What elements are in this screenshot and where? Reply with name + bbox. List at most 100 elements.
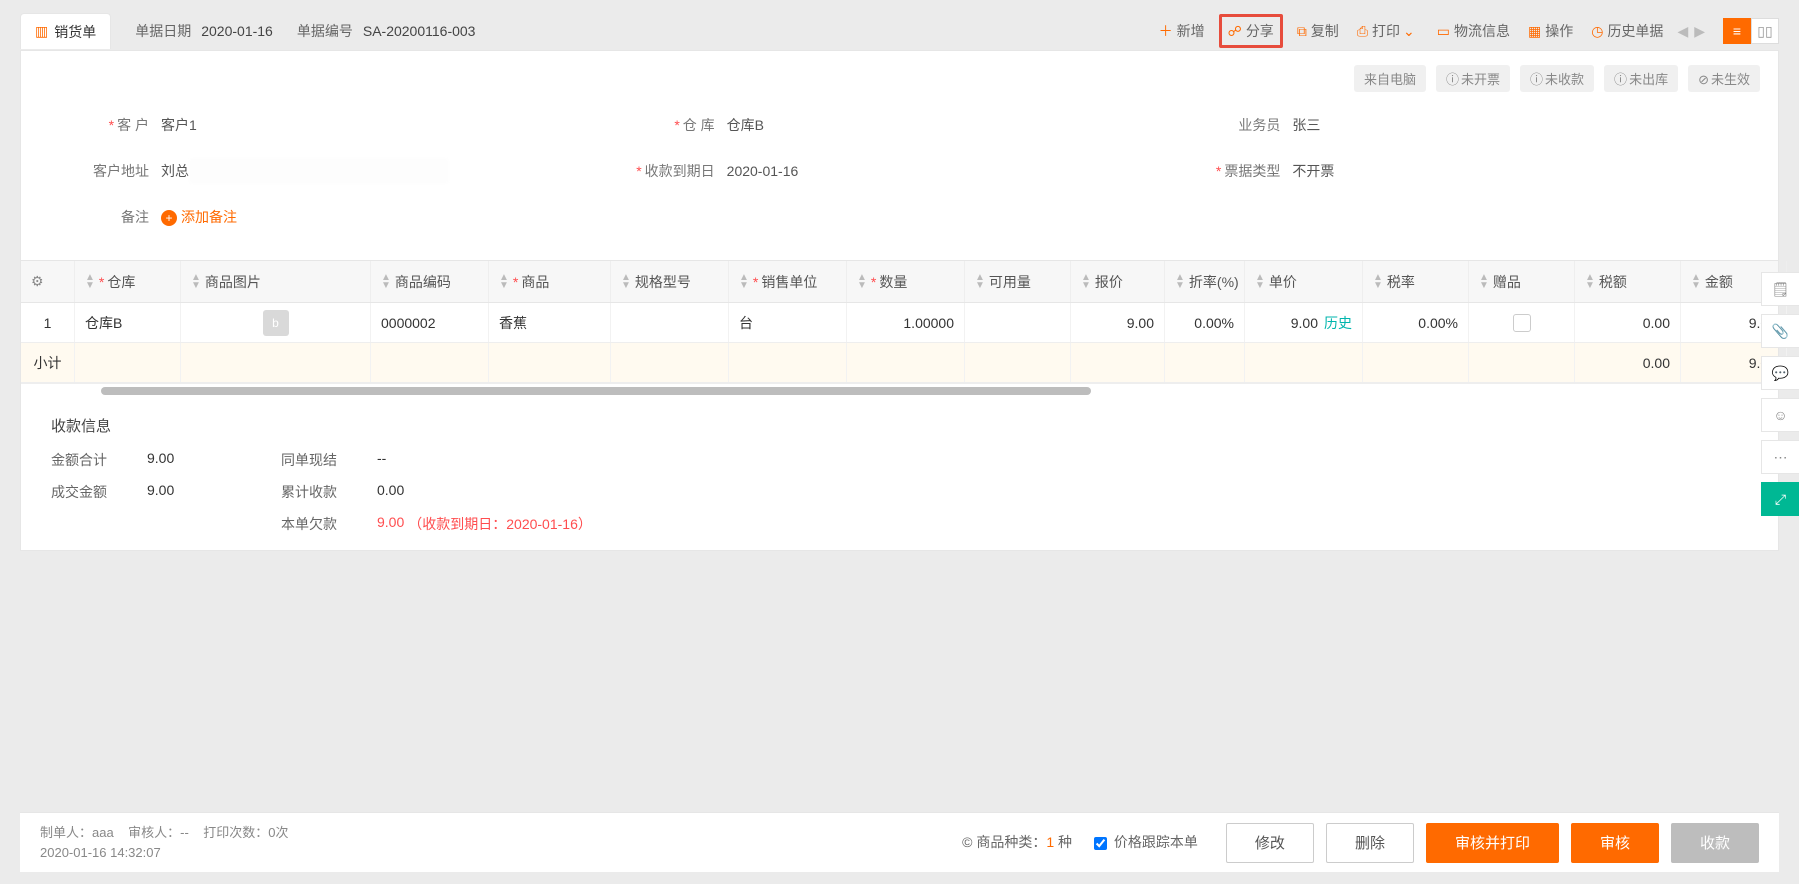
tag-unpaid: ⓘ未收款 — [1520, 65, 1594, 92]
plus-icon: ＋ — [1159, 21, 1173, 41]
invoice-value[interactable]: 不开票 — [1292, 161, 1334, 181]
rail-user[interactable]: ☺ — [1761, 398, 1799, 432]
rail-note[interactable]: 🗒 — [1761, 272, 1799, 306]
tag-unout: ⓘ未出库 — [1604, 65, 1678, 92]
operate-button[interactable]: ▦操作 — [1524, 19, 1577, 43]
cell-spec[interactable] — [611, 303, 729, 342]
th-tax[interactable]: ▲▼税率 — [1363, 261, 1469, 302]
history-link[interactable]: 历史 — [1324, 313, 1352, 333]
subtotal-row: 小计 0.00 9.00 -59.21 — [21, 343, 1778, 383]
logistics-button[interactable]: ▭物流信息 — [1433, 19, 1514, 43]
audit-print-button[interactable]: 审核并打印 — [1426, 823, 1559, 863]
copy-icon: ⧉ — [1297, 23, 1307, 40]
print-icon: ⎙ — [1357, 23, 1368, 40]
follow-price[interactable]: 价格跟踪本单 — [1090, 832, 1198, 853]
tab-sales-order[interactable]: ▥ 销货单 — [20, 13, 111, 49]
horizontal-scrollbar[interactable] — [21, 383, 1778, 397]
gear-icon: ⚙ — [31, 273, 44, 290]
tag-inactive: ⊘未生效 — [1688, 65, 1760, 92]
history-button[interactable]: ◷历史单据 — [1587, 19, 1667, 43]
cell-unit[interactable]: 台 — [729, 303, 847, 342]
th-unit[interactable]: ▲▼*销售单位 — [729, 261, 847, 302]
cell-avail[interactable] — [965, 303, 1071, 342]
pay-settle: -- — [377, 450, 386, 470]
no-label: 单据编号 — [297, 21, 353, 41]
tab-label: 销货单 — [54, 22, 96, 42]
cell-tax[interactable]: 0.00% — [1363, 303, 1469, 342]
due-value[interactable]: 2020-01-16 — [727, 163, 799, 179]
chevron-down-icon: ⌄ — [1403, 23, 1415, 40]
print-button[interactable]: ⎙打印⌄ — [1353, 19, 1423, 43]
pay-accum: 0.00 — [377, 482, 404, 502]
pay-owe-due: （收款到期日：2020-01-16） — [408, 514, 592, 534]
footer-info: 制单人：aaa 审核人：-- 打印次数：0次 2020-01-16 14:32:… — [40, 823, 289, 863]
rail-attach[interactable]: 📎 — [1761, 314, 1799, 348]
gift-checkbox[interactable] — [1513, 314, 1531, 332]
share-icon: ☍ — [1228, 23, 1242, 40]
cell-quote[interactable]: 9.00 — [1071, 303, 1165, 342]
th-taxamt[interactable]: ▲▼税额 — [1575, 261, 1681, 302]
th-qty[interactable]: ▲▼*数量 — [847, 261, 965, 302]
warehouse-value[interactable]: 仓库B — [727, 115, 764, 135]
cell-gift[interactable] — [1469, 303, 1575, 342]
th-wh[interactable]: ▲▼*仓库 — [75, 261, 181, 302]
th-price[interactable]: ▲▼单价 — [1245, 261, 1363, 302]
th-img[interactable]: ▲▼商品图片 — [181, 261, 371, 302]
image-icon: b — [263, 310, 289, 336]
cell-code[interactable]: 0000002 — [371, 303, 489, 342]
th-disc[interactable]: ▲▼折率(%) — [1165, 261, 1245, 302]
th-quote[interactable]: ▲▼报价 — [1071, 261, 1165, 302]
pay-title: 收款信息 — [51, 415, 1748, 436]
date-value: 2020-01-16 — [201, 23, 273, 39]
pay-deal: 9.00 — [147, 482, 174, 502]
pay-total: 9.00 — [147, 450, 174, 470]
table-row[interactable]: 1 仓库B b 0000002 香蕉 台 1.00000 9.00 0.00% … — [21, 303, 1778, 343]
addr-blurred — [189, 158, 449, 184]
copy-button[interactable]: ⧉复制 — [1293, 19, 1343, 43]
audit-button[interactable]: 审核 — [1571, 823, 1659, 863]
edit-button[interactable]: 修改 — [1226, 823, 1314, 863]
collect-button[interactable]: 收款 — [1671, 823, 1759, 863]
view-card[interactable]: ▯▯ — [1751, 18, 1779, 44]
date-label: 单据日期 — [135, 21, 191, 41]
prev-arrow[interactable]: ◀ — [1677, 23, 1688, 40]
no-value: SA-20200116-003 — [363, 23, 476, 39]
clock-icon: ◷ — [1591, 23, 1603, 40]
cell-disc[interactable]: 0.00% — [1165, 303, 1245, 342]
cell-name[interactable]: 香蕉 — [489, 303, 611, 342]
cell-taxamt: 0.00 — [1575, 303, 1681, 342]
cell-qty[interactable]: 1.00000 — [847, 303, 965, 342]
add-remark-link[interactable]: +添加备注 — [161, 207, 237, 227]
subtotal-label: 小计 — [21, 343, 75, 382]
main-card: 来自电脑 ⓘ未开票 ⓘ未收款 ⓘ未出库 ⊘未生效 *客 户客户1 *仓 库仓库B… — [20, 50, 1779, 551]
delete-button[interactable]: 删除 — [1326, 823, 1414, 863]
th-gear[interactable]: ⚙ — [21, 261, 75, 302]
chart-icon: ▥ — [35, 23, 48, 40]
pay-owe: 9.00 — [377, 514, 404, 534]
rail-msg[interactable]: 💬 — [1761, 356, 1799, 390]
rail-expand[interactable]: ⤢ — [1761, 482, 1799, 516]
next-arrow[interactable]: ▶ — [1694, 23, 1705, 40]
cell-idx: 1 — [21, 303, 75, 342]
cell-price[interactable]: 9.00历史 — [1245, 303, 1363, 342]
tag-uninvoiced: ⓘ未开票 — [1436, 65, 1510, 92]
th-code[interactable]: ▲▼商品编码 — [371, 261, 489, 302]
cell-wh[interactable]: 仓库B — [75, 303, 181, 342]
rail-more[interactable]: ⋯ — [1761, 440, 1799, 474]
addr-value[interactable]: 刘总 — [161, 161, 189, 181]
salesman-value[interactable]: 张三 — [1292, 115, 1320, 135]
tag-source: 来自电脑 — [1354, 65, 1426, 92]
cell-img[interactable]: b — [181, 303, 371, 342]
new-button[interactable]: ＋新增 — [1155, 19, 1209, 43]
share-button[interactable]: ☍分享 — [1219, 14, 1283, 48]
view-list[interactable]: ≡ — [1723, 18, 1751, 44]
truck-icon: ▭ — [1437, 23, 1450, 40]
customer-value[interactable]: 客户1 — [161, 115, 197, 135]
th-name[interactable]: ▲▼*商品 — [489, 261, 611, 302]
th-gift[interactable]: ▲▼赠品 — [1469, 261, 1575, 302]
kinds: © 商品种类：1 种 — [962, 832, 1072, 852]
subtotal-taxamt: 0.00 — [1575, 343, 1681, 382]
th-spec[interactable]: ▲▼规格型号 — [611, 261, 729, 302]
th-avail[interactable]: ▲▼可用量 — [965, 261, 1071, 302]
grid-icon: ▦ — [1528, 23, 1541, 40]
